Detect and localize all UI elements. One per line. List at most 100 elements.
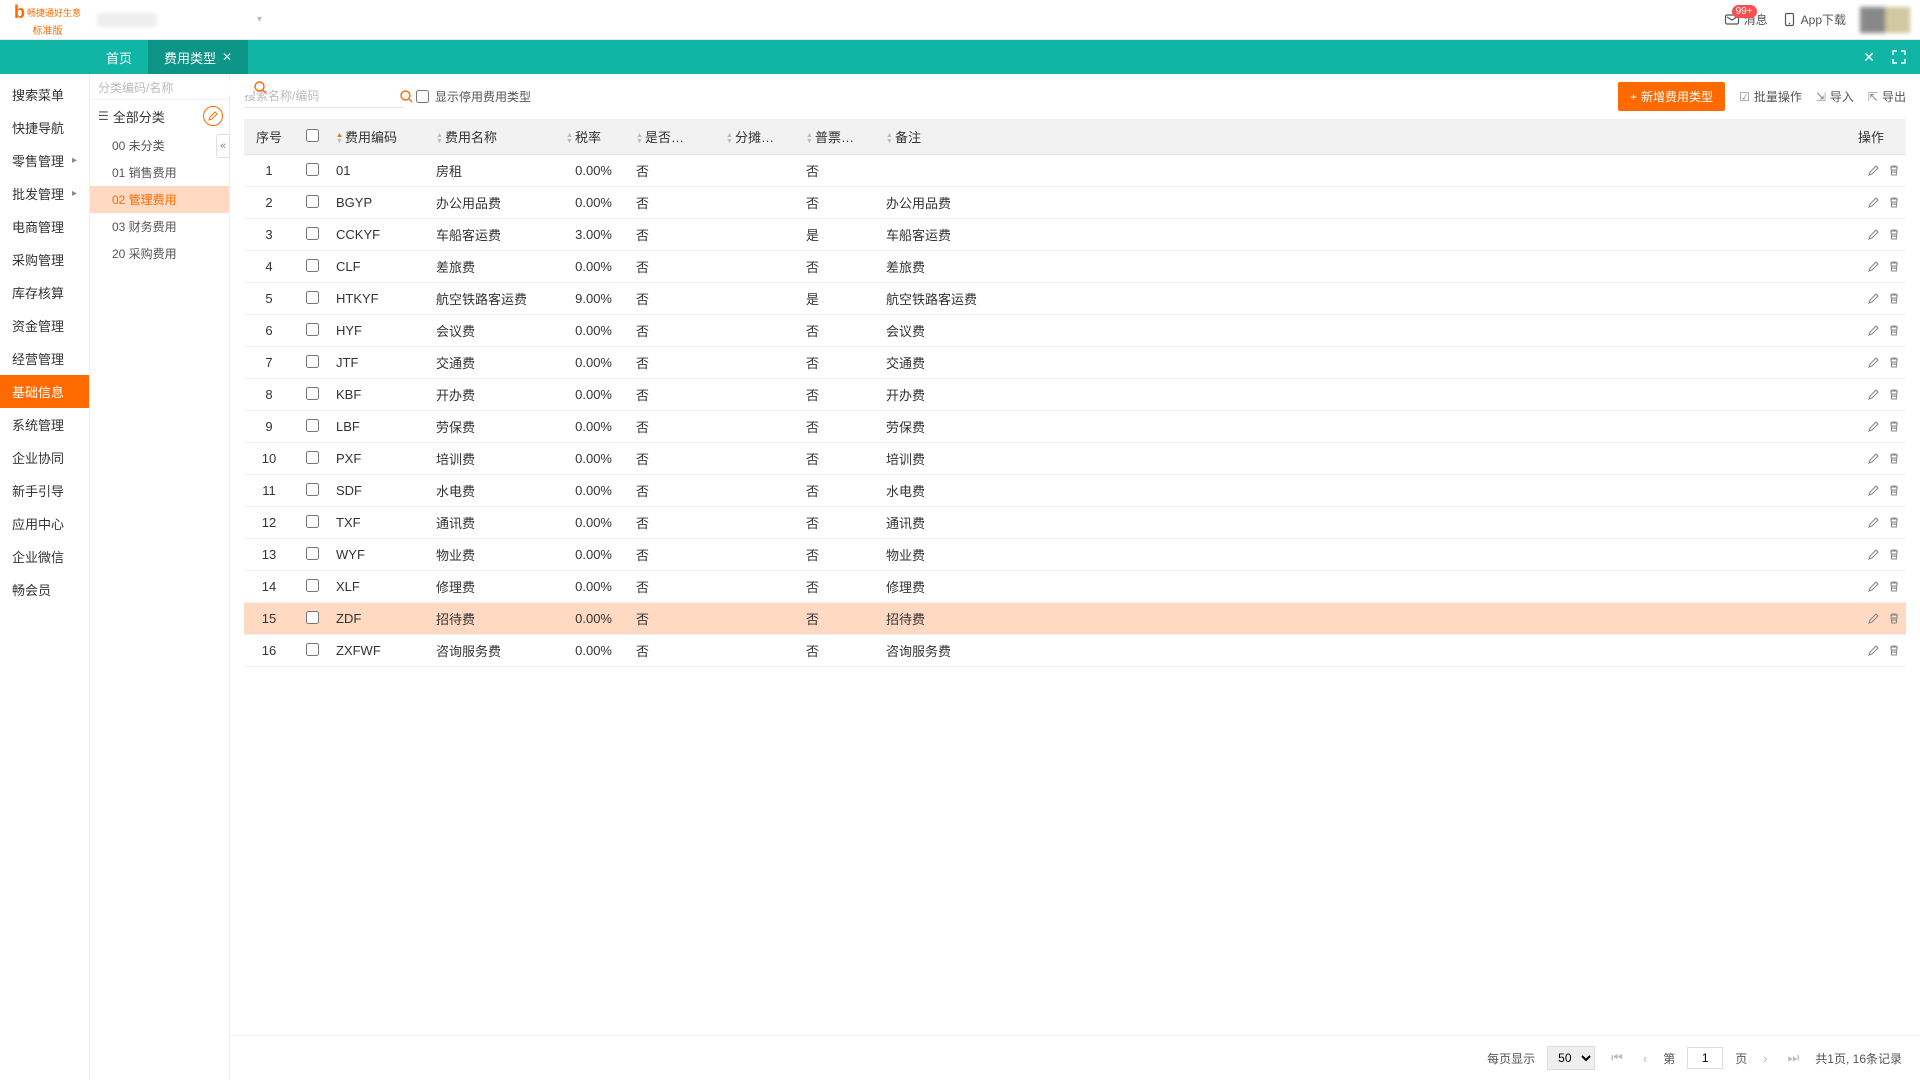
th-name[interactable]: ▲▼费用名称 — [430, 119, 560, 155]
table-row[interactable]: 6HYF会议费0.00%否否会议费 — [244, 315, 1906, 347]
export-button[interactable]: ⇱ 导出 — [1868, 88, 1906, 105]
edit-category-button[interactable] — [203, 106, 223, 126]
edit-row-button[interactable] — [1867, 548, 1880, 561]
delete-row-button[interactable] — [1888, 292, 1900, 305]
sidebar-item[interactable]: 电商管理 — [0, 210, 89, 243]
page-last-button[interactable]: ⏭ — [1784, 1050, 1804, 1066]
edit-row-button[interactable] — [1867, 612, 1880, 625]
tab-close-all-button[interactable]: ✕ — [1858, 46, 1880, 68]
sidebar-item[interactable]: 企业微信 — [0, 540, 89, 573]
th-c5[interactable]: ▲▼是否… — [630, 119, 720, 155]
category-item[interactable]: 20 采购费用 — [90, 240, 229, 267]
delete-row-button[interactable] — [1888, 164, 1900, 177]
th-c6[interactable]: ▲▼分摊… — [720, 119, 800, 155]
table-row[interactable]: 14XLF修理费0.00%否否修理费 — [244, 571, 1906, 603]
page-first-button[interactable]: ⏮ — [1607, 1050, 1627, 1066]
company-selector[interactable]: ▾ — [97, 13, 262, 27]
table-row[interactable]: 101房租0.00%否否 — [244, 155, 1906, 187]
sidebar-item[interactable]: 零售管理▸ — [0, 144, 89, 177]
category-item[interactable]: 00 未分类 — [90, 132, 229, 159]
category-item[interactable]: 02 管理费用 — [90, 186, 229, 213]
sidebar-item[interactable]: 批发管理▸ — [0, 177, 89, 210]
delete-row-button[interactable] — [1888, 356, 1900, 369]
sidebar-item[interactable]: 采购管理 — [0, 243, 89, 276]
row-checkbox[interactable] — [306, 579, 319, 592]
table-row[interactable]: 13WYF物业费0.00%否否物业费 — [244, 539, 1906, 571]
table-row[interactable]: 7JTF交通费0.00%否否交通费 — [244, 347, 1906, 379]
edit-row-button[interactable] — [1867, 324, 1880, 337]
fullscreen-button[interactable] — [1888, 46, 1910, 68]
row-checkbox[interactable] — [306, 547, 319, 560]
edit-row-button[interactable] — [1867, 196, 1880, 209]
sidebar-item[interactable]: 快捷导航 — [0, 111, 89, 144]
category-item[interactable]: 03 财务费用 — [90, 213, 229, 240]
category-search-input[interactable] — [98, 81, 253, 95]
table-row[interactable]: 5HTKYF航空铁路客运费9.00%否是航空铁路客运费 — [244, 283, 1906, 315]
delete-row-button[interactable] — [1888, 516, 1900, 529]
close-icon[interactable]: ✕ — [222, 50, 232, 64]
delete-row-button[interactable] — [1888, 548, 1900, 561]
th-rate[interactable]: ▲▼税率 — [560, 119, 630, 155]
page-next-button[interactable]: › — [1759, 1051, 1771, 1066]
table-row[interactable]: 2BGYP办公用品费0.00%否否办公用品费 — [244, 187, 1906, 219]
row-checkbox[interactable] — [306, 291, 319, 304]
search-icon[interactable] — [253, 80, 268, 95]
row-checkbox[interactable] — [306, 195, 319, 208]
table-row[interactable]: 11SDF水电费0.00%否否水电费 — [244, 475, 1906, 507]
page-prev-button[interactable]: ‹ — [1639, 1051, 1651, 1066]
edit-row-button[interactable] — [1867, 484, 1880, 497]
show-disabled-checkbox-input[interactable] — [416, 90, 429, 103]
import-button[interactable]: ⇲ 导入 — [1816, 88, 1854, 105]
row-checkbox[interactable] — [306, 387, 319, 400]
collapse-panel-button[interactable]: « — [216, 134, 230, 158]
table-row[interactable]: 4CLF差旅费0.00%否否差旅费 — [244, 251, 1906, 283]
table-row[interactable]: 3CCKYF车船客运费3.00%否是车船客运费 — [244, 219, 1906, 251]
th-code[interactable]: ▲▼费用编码 — [330, 119, 430, 155]
app-download-button[interactable]: App下载 — [1782, 11, 1846, 28]
table-row[interactable]: 16ZXFWF咨询服务费0.00%否否咨询服务费 — [244, 635, 1906, 667]
table-row[interactable]: 10PXF培训费0.00%否否培训费 — [244, 443, 1906, 475]
delete-row-button[interactable] — [1888, 644, 1900, 657]
batch-action-button[interactable]: ☑ 批量操作 — [1739, 88, 1802, 105]
row-checkbox[interactable] — [306, 515, 319, 528]
category-item[interactable]: 01 销售费用 — [90, 159, 229, 186]
sidebar-item[interactable]: 应用中心 — [0, 507, 89, 540]
table-row[interactable]: 8KBF开办费0.00%否否开办费 — [244, 379, 1906, 411]
show-disabled-checkbox[interactable]: 显示停用费用类型 — [416, 88, 531, 105]
messages-button[interactable]: 99+ 消息 — [1724, 11, 1768, 28]
sidebar-item[interactable]: 系统管理 — [0, 408, 89, 441]
edit-row-button[interactable] — [1867, 356, 1880, 369]
search-icon[interactable] — [399, 89, 414, 104]
table-row[interactable]: 12TXF通讯费0.00%否否通讯费 — [244, 507, 1906, 539]
add-expense-type-button[interactable]: + 新增费用类型 — [1618, 82, 1725, 111]
avatar[interactable] — [1860, 7, 1910, 33]
row-checkbox[interactable] — [306, 227, 319, 240]
row-checkbox[interactable] — [306, 323, 319, 336]
sidebar-item[interactable]: 搜索菜单 — [0, 78, 89, 111]
delete-row-button[interactable] — [1888, 324, 1900, 337]
row-checkbox[interactable] — [306, 483, 319, 496]
sidebar-item[interactable]: 企业协同 — [0, 441, 89, 474]
sidebar-item[interactable]: 新手引导 — [0, 474, 89, 507]
edit-row-button[interactable] — [1867, 388, 1880, 401]
page-input[interactable] — [1687, 1047, 1723, 1069]
tab-home[interactable]: 首页 — [90, 40, 148, 74]
row-checkbox[interactable] — [306, 355, 319, 368]
row-checkbox[interactable] — [306, 419, 319, 432]
delete-row-button[interactable] — [1888, 420, 1900, 433]
row-checkbox[interactable] — [306, 259, 319, 272]
edit-row-button[interactable] — [1867, 644, 1880, 657]
th-remark[interactable]: ▲▼备注 — [880, 119, 1836, 155]
sidebar-item[interactable]: 畅会员 — [0, 573, 89, 606]
sidebar-item[interactable]: 经营管理 — [0, 342, 89, 375]
edit-row-button[interactable] — [1867, 580, 1880, 593]
edit-row-button[interactable] — [1867, 292, 1880, 305]
delete-row-button[interactable] — [1888, 260, 1900, 273]
delete-row-button[interactable] — [1888, 196, 1900, 209]
edit-row-button[interactable] — [1867, 516, 1880, 529]
row-checkbox[interactable] — [306, 451, 319, 464]
category-all[interactable]: ☰ 全部分类 — [90, 99, 229, 132]
delete-row-button[interactable] — [1888, 228, 1900, 241]
table-row[interactable]: 9LBF劳保费0.00%否否劳保费 — [244, 411, 1906, 443]
row-checkbox[interactable] — [306, 163, 319, 176]
